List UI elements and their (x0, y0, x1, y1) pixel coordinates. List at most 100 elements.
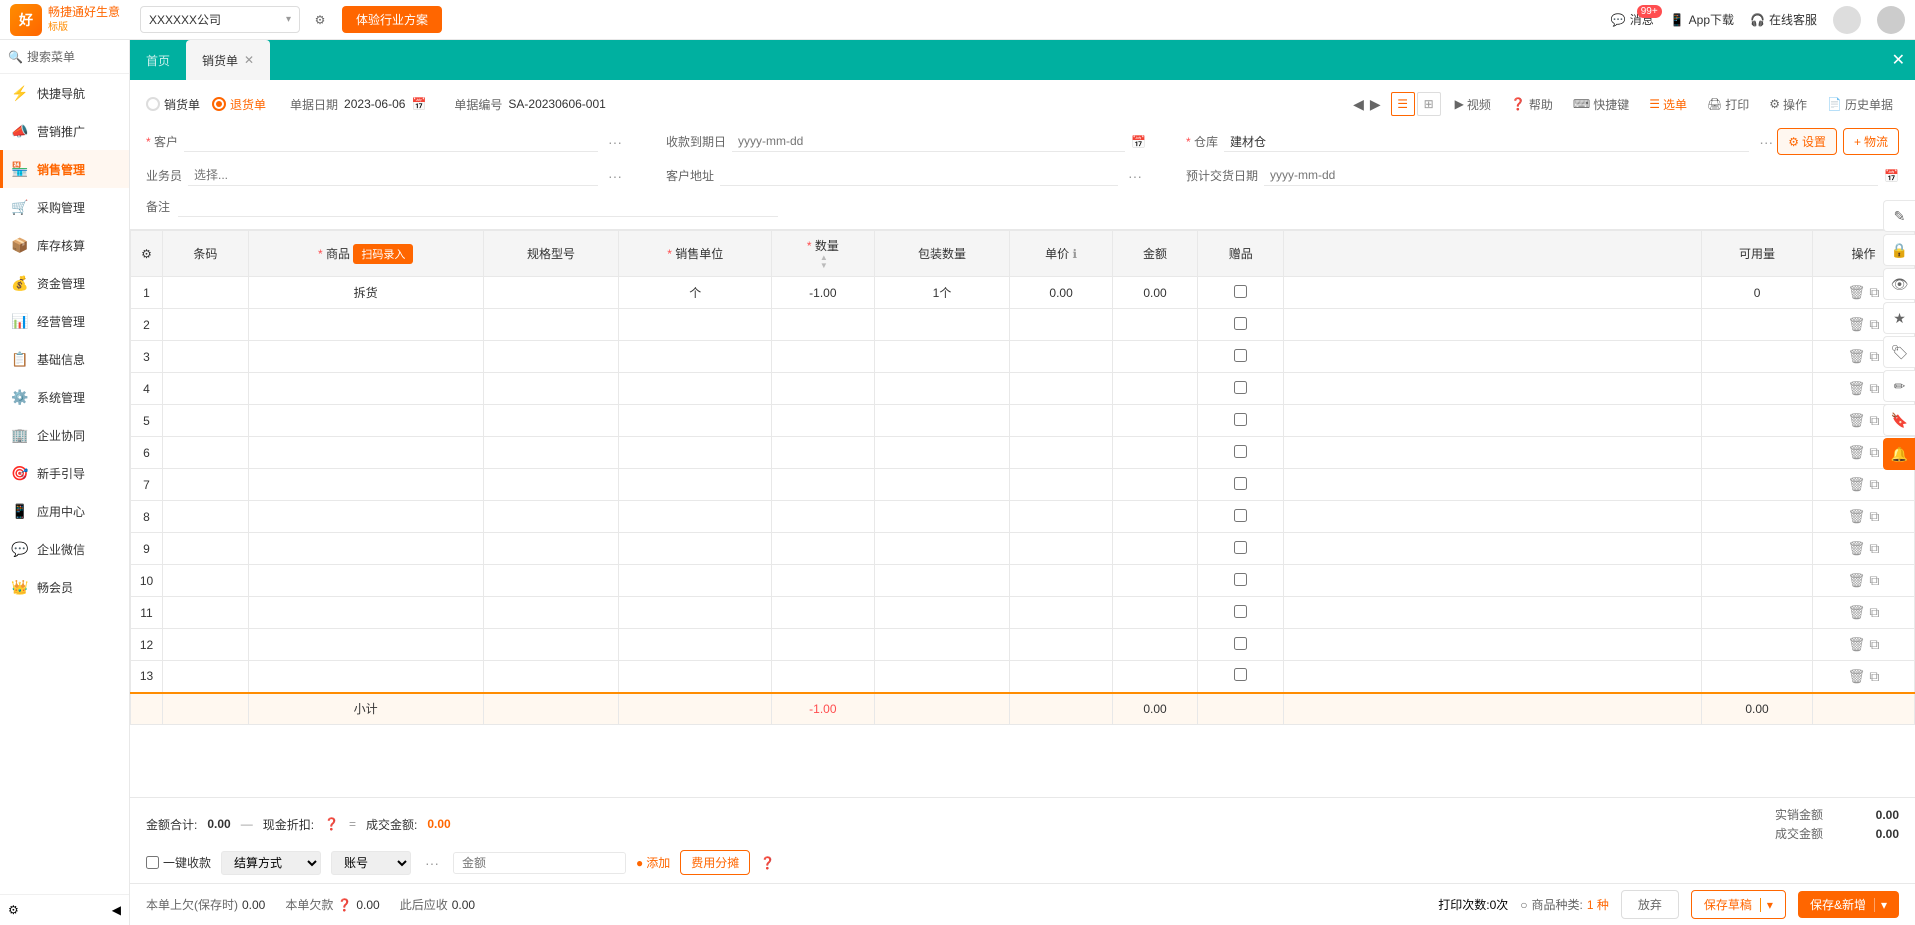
sidebar-item-member[interactable]: 👑 畅会员 (0, 568, 129, 606)
expense-help-icon[interactable]: ❓ (760, 856, 775, 870)
payment-checkbox-item[interactable]: 一键收款 (146, 854, 211, 871)
delete-row-1-icon[interactable]: 🗑 (1848, 284, 1866, 301)
sidebar-item-purchase[interactable]: 🛒 采购管理 (0, 188, 129, 226)
gift-checkbox-5[interactable] (1234, 413, 1247, 426)
delete-row-5-icon[interactable]: 🗑 (1848, 412, 1866, 429)
scan-button[interactable]: 扫码录入 (353, 244, 413, 264)
cell-unit-1[interactable]: 个 (619, 277, 772, 309)
customer-input[interactable] (184, 131, 598, 152)
app-download-btn[interactable]: 📱 App下载 (1670, 11, 1734, 28)
warehouse-input[interactable]: 建材仓 (1224, 131, 1749, 152)
delete-row-10-icon[interactable]: 🗑 (1848, 572, 1866, 589)
video-btn[interactable]: ▶ 视频 (1449, 94, 1497, 115)
settings-button[interactable]: ⚙ 设置 (1777, 128, 1837, 155)
copy-row-4-icon[interactable]: ⧉ (1869, 380, 1879, 397)
copy-row-11-icon[interactable]: ⧉ (1869, 604, 1879, 621)
account-select[interactable]: 账号 (331, 851, 411, 875)
view-list-btn[interactable]: ☰ (1391, 92, 1415, 116)
customer-dots-icon[interactable]: ··· (604, 134, 626, 150)
float-pen-btn[interactable]: ✏ (1883, 370, 1915, 402)
cell-gift-1[interactable] (1198, 277, 1284, 309)
copy-row-6-icon[interactable]: ⧉ (1869, 444, 1879, 461)
radio-return-order[interactable]: 退货单 (212, 96, 266, 113)
float-edit-btn[interactable]: ✎ (1883, 200, 1915, 232)
delete-row-12-icon[interactable]: 🗑 (1848, 636, 1866, 653)
due-date-input[interactable] (732, 131, 1125, 152)
sidebar-item-system[interactable]: ⚙️ 系统管理 (0, 378, 129, 416)
gift-checkbox-11[interactable] (1234, 605, 1247, 618)
user-avatar-2[interactable] (1877, 6, 1905, 34)
gift-checkbox-1[interactable] (1234, 285, 1247, 298)
delete-row-3-icon[interactable]: 🗑 (1848, 348, 1866, 365)
delete-row-13-icon[interactable]: 🗑 (1848, 668, 1866, 685)
copy-row-2-icon[interactable]: ⧉ (1869, 316, 1879, 333)
cell-packqty-1[interactable]: 1个 (874, 277, 1010, 309)
save-draft-dropdown-icon[interactable]: ▾ (1760, 898, 1773, 912)
gift-checkbox-7[interactable] (1234, 477, 1247, 490)
print-btn[interactable]: 🖨 打印 (1701, 94, 1755, 115)
sidebar-item-basic-info[interactable]: 📋 基础信息 (0, 340, 129, 378)
logistics-button[interactable]: + 物流 (1843, 128, 1899, 155)
sidebar-item-wechat[interactable]: 💬 企业微信 (0, 530, 129, 568)
cell-unitprice-1[interactable]: 0.00 (1010, 277, 1112, 309)
nav-prev-icon[interactable]: ◀ (1351, 94, 1366, 115)
operation-btn[interactable]: ⚙ 操作 (1763, 94, 1813, 115)
cell-qty-1[interactable]: -1.00 (772, 277, 874, 309)
address-dots-icon[interactable]: ··· (1124, 168, 1146, 184)
sidebar-item-enterprise[interactable]: 🏢 企业协同 (0, 416, 129, 454)
user-avatar[interactable] (1833, 6, 1861, 34)
copy-row-1-icon[interactable]: ⧉ (1869, 284, 1879, 301)
copy-row-12-icon[interactable]: ⧉ (1869, 636, 1879, 653)
delete-row-9-icon[interactable]: 🗑 (1848, 540, 1866, 557)
float-star-btn[interactable]: ★ (1883, 302, 1915, 334)
cell-spec-1[interactable] (483, 277, 619, 309)
save-new-button[interactable]: 保存&新增 ▾ (1798, 891, 1899, 918)
delete-row-11-icon[interactable]: 🗑 (1848, 604, 1866, 621)
company-selector[interactable]: XXXXXX公司 ▾ (140, 6, 300, 33)
remarks-input[interactable] (178, 196, 778, 217)
message-btn[interactable]: 💬 消息 99+ (1611, 11, 1654, 28)
account-dots-icon[interactable]: ··· (421, 855, 443, 871)
cell-barcode-1[interactable] (163, 277, 249, 309)
sidebar-search[interactable]: 🔍 搜索菜单 (0, 40, 129, 74)
sidebar-item-app-center[interactable]: 📱 应用中心 (0, 492, 129, 530)
sidebar-item-sales[interactable]: 🏪 销售管理 (0, 150, 129, 188)
gift-checkbox-12[interactable] (1234, 637, 1247, 650)
nav-next-icon[interactable]: ▶ (1368, 94, 1383, 115)
sidebar-item-inventory[interactable]: 📦 库存核算 (0, 226, 129, 264)
gift-checkbox-2[interactable] (1234, 317, 1247, 330)
radio-sales-order[interactable]: 销货单 (146, 96, 200, 113)
abandon-button[interactable]: 放弃 (1621, 890, 1679, 919)
gift-checkbox-3[interactable] (1234, 349, 1247, 362)
help-btn[interactable]: ❓ 帮助 (1505, 94, 1559, 115)
copy-row-10-icon[interactable]: ⧉ (1869, 572, 1879, 589)
float-notification-btn[interactable]: 🔔 (1883, 438, 1915, 470)
payment-checkbox[interactable] (146, 856, 159, 869)
sidebar-settings-icon[interactable]: ⚙ (8, 903, 19, 917)
delete-row-7-icon[interactable]: 🗑 (1848, 476, 1866, 493)
due-date-calendar-icon[interactable]: 📅 (1131, 135, 1146, 149)
trial-button[interactable]: 体验行业方案 (342, 6, 442, 33)
float-tag-btn[interactable]: 🏷 (1883, 336, 1915, 368)
sidebar-item-guide[interactable]: 🎯 新手引导 (0, 454, 129, 492)
cell-product-1[interactable]: 拆货 (248, 277, 483, 309)
date-calendar-icon[interactable]: 📅 (411, 97, 426, 111)
copy-row-7-icon[interactable]: ⧉ (1869, 476, 1879, 493)
float-eye-btn[interactable]: 👁 (1883, 268, 1915, 300)
copy-row-8-icon[interactable]: ⧉ (1869, 508, 1879, 525)
sidebar-item-quick-nav[interactable]: ⚡ 快捷导航 (0, 74, 129, 112)
float-bookmark-btn[interactable]: 🔖 (1883, 404, 1915, 436)
tab-bar-close-icon[interactable]: ✕ (1892, 50, 1905, 70)
calc-icon[interactable]: ❓ (324, 817, 339, 831)
delete-row-4-icon[interactable]: 🗑 (1848, 380, 1866, 397)
online-service-btn[interactable]: 🎧 在线客服 (1750, 11, 1817, 28)
select-btn[interactable]: ☰ 选单 (1643, 94, 1693, 115)
th-settings[interactable]: ⚙ (131, 231, 163, 277)
debt-info-icon[interactable]: ❓ (337, 898, 352, 912)
gift-checkbox-13[interactable] (1234, 668, 1247, 681)
copy-row-3-icon[interactable]: ⧉ (1869, 348, 1879, 365)
view-grid-btn[interactable]: ⊞ (1417, 92, 1441, 116)
shortcut-btn[interactable]: ⌨ 快捷键 (1567, 94, 1635, 115)
unit-price-info-icon[interactable]: ℹ (1072, 247, 1077, 261)
save-draft-button[interactable]: 保存草稿 ▾ (1691, 890, 1786, 919)
